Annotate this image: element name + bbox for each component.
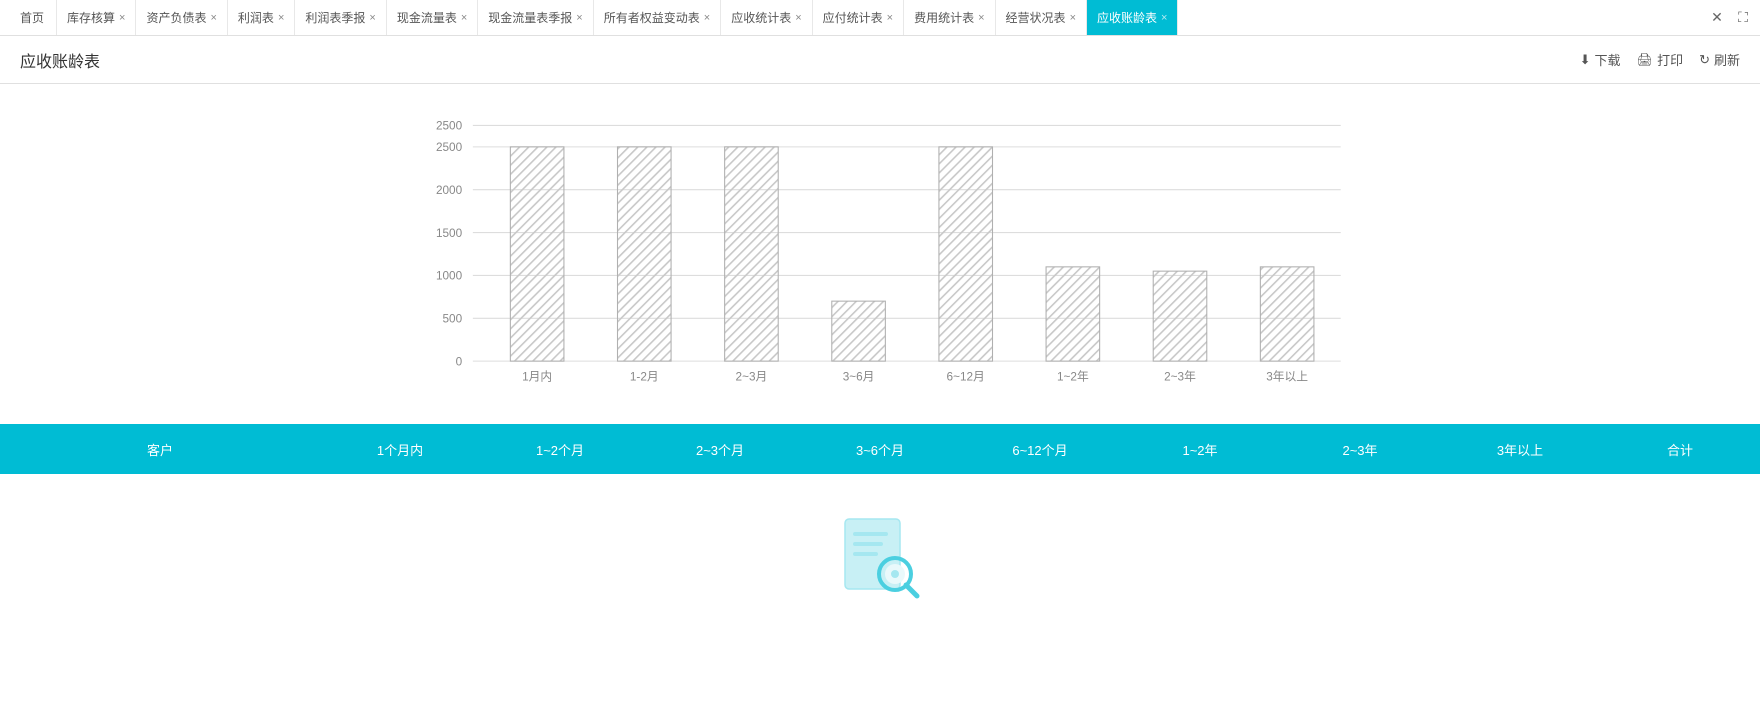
- close-tab-库存核算[interactable]: ×: [119, 12, 125, 24]
- header-2-3年: 2~3年: [1280, 440, 1440, 459]
- bar-1-2年: [1046, 267, 1100, 361]
- close-tab-现金流量表季报[interactable]: ×: [576, 12, 582, 24]
- header-合计: 合计: [1600, 440, 1760, 459]
- svg-text:2000: 2000: [436, 184, 463, 197]
- tab-应收统计表[interactable]: 应收统计表 ×: [721, 0, 812, 36]
- close-tab-资产负债表[interactable]: ×: [210, 12, 216, 24]
- main-content: 0 500 1000 1500 2000 2500 2500 1月内 1-2月 …: [0, 84, 1760, 720]
- bar-chart: 0 500 1000 1500 2000 2500 2500 1月内 1-2月 …: [40, 104, 1720, 404]
- bar-1月内: [510, 147, 564, 361]
- svg-text:3~6月: 3~6月: [843, 370, 875, 383]
- bar-3-6月: [832, 301, 886, 361]
- close-tab-经营状况表[interactable]: ×: [1070, 12, 1076, 24]
- svg-text:500: 500: [443, 313, 463, 326]
- tab-资产负债表[interactable]: 资产负债表 ×: [136, 0, 227, 36]
- header-actions: ⬇ 下载 🖨 打印 ↻ 刷新: [1580, 50, 1740, 69]
- empty-state-icon: [835, 514, 925, 621]
- bar-3年以上: [1260, 267, 1314, 361]
- tab-所有者权益变动表[interactable]: 所有者权益变动表 ×: [594, 0, 721, 36]
- empty-state: [0, 474, 1760, 634]
- header-3-6个月: 3~6个月: [800, 440, 960, 459]
- header-2-3个月: 2~3个月: [640, 440, 800, 459]
- empty-document-icon: [835, 514, 925, 604]
- tab-利润表季报[interactable]: 利润表季报 ×: [295, 0, 386, 36]
- close-tab-应收账龄表[interactable]: ×: [1161, 12, 1167, 24]
- refresh-button[interactable]: ↻ 刷新: [1699, 50, 1740, 69]
- page-title: 应收账龄表: [20, 48, 100, 72]
- svg-text:2500: 2500: [436, 141, 463, 154]
- close-tab-费用统计表[interactable]: ×: [978, 12, 984, 24]
- svg-text:1500: 1500: [436, 227, 463, 240]
- header-3年以上: 3年以上: [1440, 440, 1600, 459]
- bar-2-3月: [725, 147, 779, 361]
- header-1个月内: 1个月内: [320, 440, 480, 459]
- tab-费用统计表[interactable]: 费用统计表 ×: [904, 0, 995, 36]
- table-header: 客户 1个月内 1~2个月 2~3个月 3~6个月 6~12个月 1~2年 2~…: [0, 424, 1760, 474]
- close-tab-现金流量表[interactable]: ×: [461, 12, 467, 24]
- header-1-2年: 1~2年: [1120, 440, 1280, 459]
- download-button[interactable]: ⬇ 下载: [1580, 50, 1621, 69]
- close-tab-应付统计表[interactable]: ×: [887, 12, 893, 24]
- chart-area: 0 500 1000 1500 2000 2500 2500 1月内 1-2月 …: [0, 84, 1760, 424]
- tab-现金流量表季报[interactable]: 现金流量表季报 ×: [478, 0, 593, 36]
- print-icon: 🖨: [1637, 52, 1654, 68]
- tab-现金流量表[interactable]: 现金流量表 ×: [387, 0, 478, 36]
- page-header: 应收账龄表 ⬇ 下载 🖨 打印 ↻ 刷新: [0, 36, 1760, 84]
- svg-text:2~3月: 2~3月: [736, 370, 768, 383]
- window-controls: ✕ ⛶: [1708, 9, 1752, 27]
- download-icon: ⬇: [1580, 52, 1591, 68]
- close-tab-利润表季报[interactable]: ×: [369, 12, 375, 24]
- tab-bar: 首页 库存核算 × 资产负债表 × 利润表 × 利润表季报 × 现金流量表 × …: [0, 0, 1760, 36]
- header-1-2个月: 1~2个月: [480, 440, 640, 459]
- refresh-icon: ↻: [1699, 52, 1710, 68]
- svg-text:6~12月: 6~12月: [947, 370, 985, 383]
- svg-text:0: 0: [456, 355, 463, 368]
- tab-应付统计表[interactable]: 应付统计表 ×: [813, 0, 904, 36]
- bar-1-2月: [618, 147, 672, 361]
- tab-经营状况表[interactable]: 经营状况表 ×: [996, 0, 1087, 36]
- svg-text:1000: 1000: [436, 270, 463, 283]
- chart-container: 0 500 1000 1500 2000 2500 2500 1月内 1-2月 …: [40, 104, 1720, 404]
- tab-home[interactable]: 首页: [8, 0, 57, 36]
- close-tab-利润表[interactable]: ×: [278, 12, 284, 24]
- svg-text:3年以上: 3年以上: [1266, 369, 1308, 383]
- tab-利润表[interactable]: 利润表 ×: [228, 0, 295, 36]
- bar-2-3年: [1153, 271, 1207, 361]
- svg-text:1月内: 1月内: [522, 369, 552, 383]
- svg-text:2~3年: 2~3年: [1164, 369, 1196, 383]
- svg-text:2500: 2500: [436, 120, 463, 133]
- svg-text:1~2年: 1~2年: [1057, 369, 1089, 383]
- svg-text:1-2月: 1-2月: [630, 370, 659, 383]
- close-tab-应收统计表[interactable]: ×: [795, 12, 801, 24]
- bar-6-12月: [939, 147, 993, 361]
- print-button[interactable]: 🖨 打印: [1637, 50, 1684, 69]
- window-maximize-button[interactable]: ⛶: [1734, 9, 1752, 27]
- close-tab-所有者权益变动表[interactable]: ×: [704, 12, 710, 24]
- header-客户: 客户: [0, 440, 320, 459]
- window-close-button[interactable]: ✕: [1708, 9, 1726, 27]
- tab-应收账龄表[interactable]: 应收账龄表 ×: [1087, 0, 1178, 36]
- tab-库存核算[interactable]: 库存核算 ×: [57, 0, 136, 36]
- header-6-12个月: 6~12个月: [960, 440, 1120, 459]
